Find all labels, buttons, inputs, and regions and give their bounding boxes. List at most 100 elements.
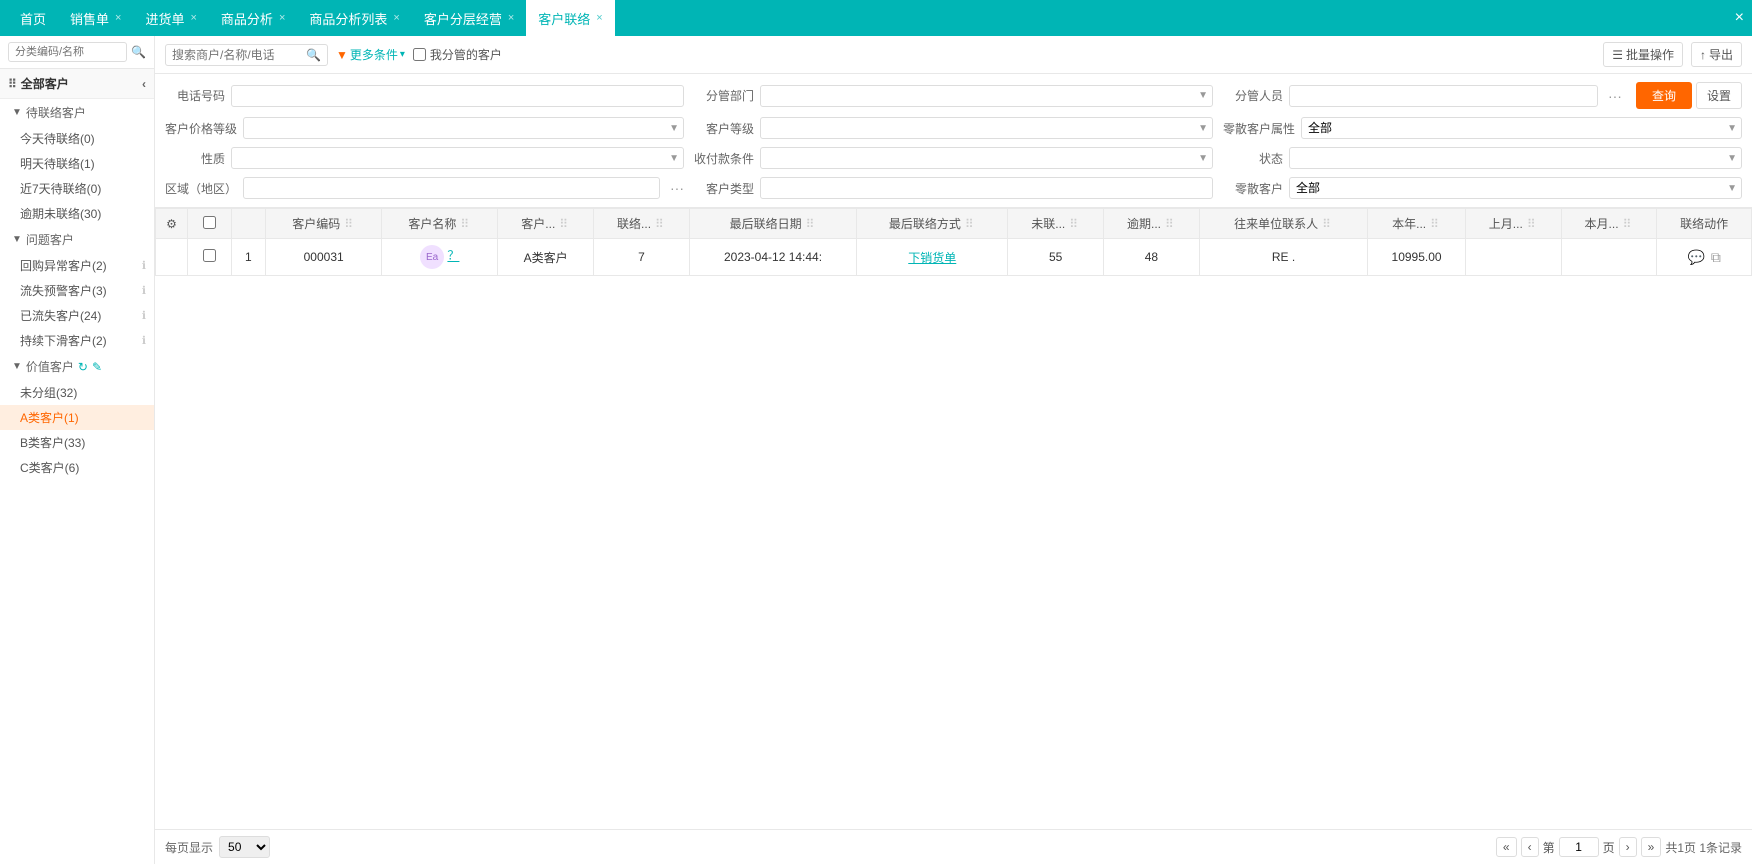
- dept-select[interactable]: [760, 85, 1213, 107]
- close-icon[interactable]: ×: [115, 12, 121, 24]
- filter-row-price-grade: 客户价格等级 ▼: [165, 117, 684, 139]
- more-filters-button[interactable]: ▼ 更多条件 ▾: [336, 46, 405, 63]
- close-all-button[interactable]: ×: [1735, 9, 1744, 27]
- person-label: 分管人员: [1223, 87, 1283, 104]
- search-icon[interactable]: 🔍: [131, 45, 146, 59]
- batch-operation-button[interactable]: ☰ 批量操作: [1603, 42, 1683, 67]
- pagination: 每页显示 50 100 200 « ‹ 第 页 › » 共1页 1条记录: [155, 829, 1752, 864]
- close-icon[interactable]: ×: [190, 12, 196, 24]
- contact-method-link[interactable]: 下销货单: [908, 251, 956, 265]
- nav-item-product-list[interactable]: 商品分析列表 ×: [297, 0, 411, 36]
- th-settings[interactable]: ⚙: [156, 209, 188, 239]
- nav-item-sales[interactable]: 销售单 ×: [58, 0, 133, 36]
- query-button[interactable]: 查询: [1636, 82, 1692, 109]
- nav-item-customer-contact[interactable]: 客户联络 ×: [526, 0, 614, 36]
- customer-grade-select[interactable]: [760, 117, 1213, 139]
- th-checkbox: [188, 209, 232, 239]
- message-icon[interactable]: 💬: [1687, 249, 1704, 266]
- th-name: 客户名称⠿: [382, 209, 498, 239]
- close-icon[interactable]: ×: [508, 12, 514, 24]
- first-page-button[interactable]: «: [1496, 837, 1517, 857]
- scatter-attr-select[interactable]: 全部: [1301, 117, 1742, 139]
- td-code: 000031: [266, 239, 382, 276]
- payment-select[interactable]: [760, 147, 1213, 169]
- price-grade-select[interactable]: [243, 117, 684, 139]
- sidebar-item-churned[interactable]: 已流失客户(24) ℹ: [0, 303, 154, 328]
- sidebar-item-churn-warning[interactable]: 流失预警客户(3) ℹ: [0, 278, 154, 303]
- customer-grade-select-wrap: ▼: [760, 117, 1213, 139]
- next-page-button[interactable]: ›: [1619, 837, 1637, 857]
- edit-icon[interactable]: ✎: [92, 360, 102, 374]
- region-input[interactable]: [243, 177, 660, 199]
- share-icon[interactable]: ⧉: [1711, 249, 1721, 266]
- td-index: 1: [231, 239, 265, 276]
- th-contact-count: 联络...⠿: [594, 209, 690, 239]
- payment-select-wrap: ▼: [760, 147, 1213, 169]
- sidebar-item-declining[interactable]: 持续下滑客户(2) ℹ: [0, 328, 154, 353]
- td-this-year: 10995.00: [1368, 239, 1466, 276]
- nav-item-purchase[interactable]: 进货单 ×: [133, 0, 208, 36]
- arrow-down-icon: ▼: [12, 361, 22, 372]
- status-label: 状态: [1223, 150, 1283, 167]
- phone-input[interactable]: [231, 85, 684, 107]
- batch-icon: ☰: [1612, 48, 1623, 62]
- my-customers-checkbox[interactable]: [413, 48, 426, 61]
- refresh-icon[interactable]: ↻: [78, 360, 88, 374]
- dept-select-wrap: ▼: [760, 85, 1213, 107]
- nav-item-product[interactable]: 商品分析 ×: [209, 0, 297, 36]
- status-select[interactable]: [1289, 147, 1742, 169]
- filter-row-phone: 电话号码: [165, 82, 684, 109]
- sidebar-item-class-b[interactable]: B类客户(33): [0, 430, 154, 455]
- search-icon[interactable]: 🔍: [306, 48, 321, 62]
- close-icon[interactable]: ×: [596, 12, 602, 24]
- scatter-customer-select[interactable]: 全部: [1289, 177, 1742, 199]
- prev-page-button[interactable]: ‹: [1521, 837, 1539, 857]
- sidebar-item-unclassified[interactable]: 未分组(32): [0, 380, 154, 405]
- nav-item-home[interactable]: 首页: [8, 9, 58, 28]
- person-input[interactable]: [1289, 85, 1598, 107]
- filter-row-dept: 分管部门 ▼: [694, 82, 1213, 109]
- nature-select[interactable]: [231, 147, 684, 169]
- group-value-customer[interactable]: ▼ 价值客户 ↻ ✎: [0, 353, 154, 380]
- page-size-select[interactable]: 50 100 200: [219, 836, 270, 858]
- scatter-customer-select-wrap: 全部 ▼: [1289, 177, 1742, 199]
- td-contact-count: 7: [594, 239, 690, 276]
- nav-item-customer-tier[interactable]: 客户分层经营 ×: [412, 0, 526, 36]
- row-checkbox[interactable]: [203, 249, 216, 262]
- payment-label: 收付款条件: [694, 150, 754, 167]
- sidebar-search-input[interactable]: [8, 42, 127, 62]
- close-icon[interactable]: ×: [279, 12, 285, 24]
- export-icon: ↑: [1700, 48, 1706, 62]
- sidebar-item-today-contact[interactable]: 今天待联络(0): [0, 126, 154, 151]
- select-all-checkbox[interactable]: [203, 216, 216, 229]
- sidebar-item-tomorrow-contact[interactable]: 明天待联络(1): [0, 151, 154, 176]
- close-icon[interactable]: ×: [393, 12, 399, 24]
- filter-search-input[interactable]: [172, 48, 302, 62]
- more-icon[interactable]: ···: [670, 180, 684, 196]
- page-navigation: « ‹ 第 页 › » 共1页 1条记录: [1496, 837, 1742, 857]
- page-number-input[interactable]: [1559, 837, 1599, 857]
- setting-button[interactable]: 设置: [1696, 82, 1742, 109]
- sidebar-item-repeat-abnormal[interactable]: 回购异常客户(2) ℹ: [0, 253, 154, 278]
- scatter-attr-label: 零散客户属性: [1223, 120, 1295, 137]
- more-icon[interactable]: ···: [1608, 88, 1622, 104]
- export-button[interactable]: ↑ 导出: [1691, 42, 1742, 67]
- sidebar-item-class-c[interactable]: C类客户(6): [0, 455, 154, 480]
- td-no-contact: 55: [1008, 239, 1104, 276]
- filter-row-person: 分管人员 ··· 查询 设置: [1223, 82, 1742, 109]
- sidebar-item-7day-contact[interactable]: 近7天待联络(0): [0, 176, 154, 201]
- all-customers-header[interactable]: ⠿ 全部客户 ‹: [0, 69, 154, 99]
- page-end-label: 页: [1603, 839, 1615, 856]
- collapse-icon[interactable]: ⠿: [8, 77, 17, 91]
- last-page-button[interactable]: »: [1641, 837, 1662, 857]
- customer-name[interactable]: ？: [447, 249, 459, 263]
- group-pending-contact[interactable]: ▼ 待联络客户: [0, 99, 154, 126]
- customer-type-input[interactable]: [760, 177, 1213, 199]
- my-customers-checkbox-label[interactable]: 我分管的客户: [413, 46, 502, 63]
- group-problem-customer[interactable]: ▼ 问题客户: [0, 226, 154, 253]
- sidebar-item-overdue-contact[interactable]: 逾期未联络(30): [0, 201, 154, 226]
- sidebar-collapse-icon[interactable]: ‹: [142, 77, 146, 91]
- settings-icon[interactable]: ⚙: [166, 217, 177, 231]
- main-layout: 🔍 ⠿ 全部客户 ‹ ▼ 待联络客户 今天待联络(0) 明天待联络(1) 近7天…: [0, 36, 1752, 864]
- sidebar-item-class-a[interactable]: A类客户(1): [0, 405, 154, 430]
